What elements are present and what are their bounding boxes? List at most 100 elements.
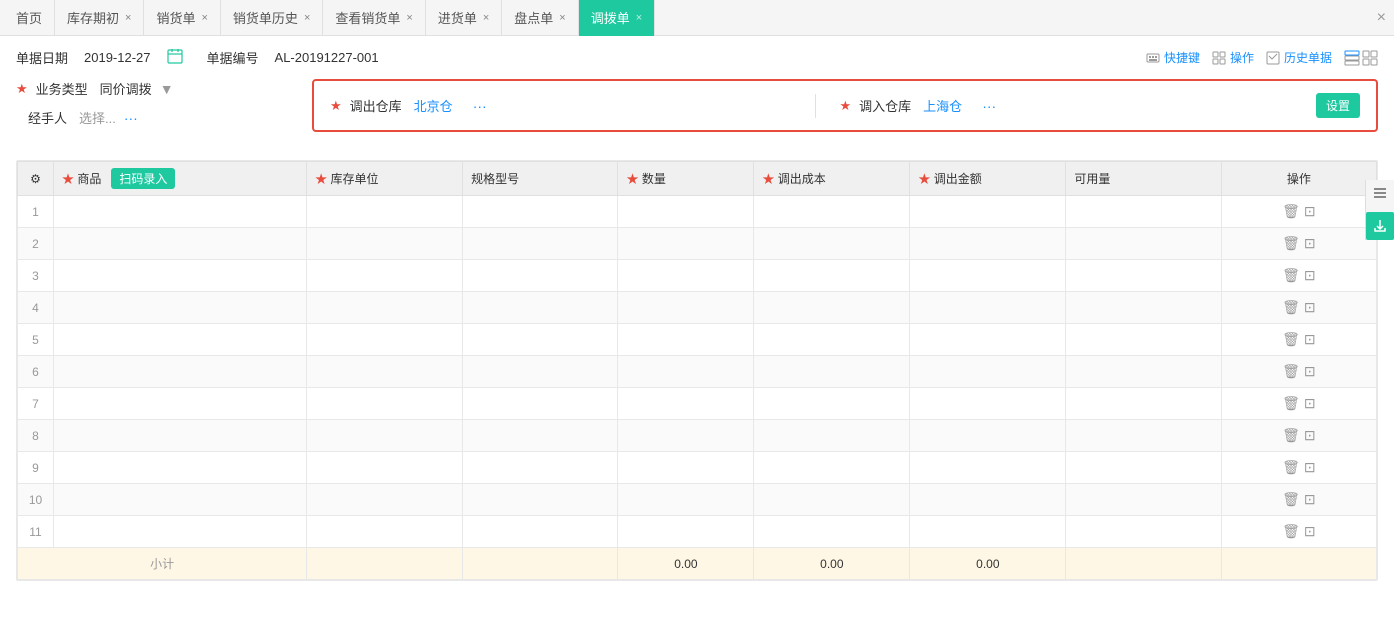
cost-cell[interactable] bbox=[754, 292, 910, 324]
cost-cell[interactable] bbox=[754, 420, 910, 452]
qty-cell[interactable] bbox=[618, 420, 754, 452]
tab-close-inventory-check[interactable]: × bbox=[559, 12, 565, 24]
amount-cell[interactable] bbox=[910, 420, 1066, 452]
business-type-dropdown[interactable]: ▼ bbox=[160, 81, 174, 97]
amount-cell[interactable] bbox=[910, 452, 1066, 484]
delete-icon[interactable]: 🗑 bbox=[1282, 427, 1300, 443]
spec-cell[interactable] bbox=[463, 420, 618, 452]
spec-cell[interactable] bbox=[463, 516, 618, 548]
cost-cell[interactable] bbox=[754, 516, 910, 548]
delete-icon[interactable]: 🗑 bbox=[1282, 491, 1300, 507]
th-settings[interactable]: ⚙ bbox=[18, 162, 54, 196]
copy-icon[interactable]: ⊡ bbox=[1304, 235, 1316, 251]
copy-icon[interactable]: ⊡ bbox=[1304, 267, 1316, 283]
qty-cell[interactable] bbox=[618, 260, 754, 292]
product-cell[interactable] bbox=[54, 484, 307, 516]
business-type-value[interactable]: 同价调拨 bbox=[100, 79, 152, 98]
calendar-icon[interactable] bbox=[167, 48, 183, 67]
settings-button[interactable]: 设置 bbox=[1316, 93, 1360, 118]
copy-icon[interactable]: ⊡ bbox=[1304, 491, 1316, 507]
unit-cell[interactable] bbox=[307, 484, 463, 516]
delete-icon[interactable]: 🗑 bbox=[1282, 267, 1300, 283]
layout-toggle[interactable] bbox=[1344, 50, 1378, 66]
amount-cell[interactable] bbox=[910, 260, 1066, 292]
handler-value[interactable]: 选择... bbox=[79, 108, 116, 127]
product-cell[interactable] bbox=[54, 516, 307, 548]
window-close-button[interactable]: × bbox=[1377, 9, 1386, 27]
amount-cell[interactable] bbox=[910, 228, 1066, 260]
amount-cell[interactable] bbox=[910, 516, 1066, 548]
product-cell[interactable] bbox=[54, 260, 307, 292]
spec-cell[interactable] bbox=[463, 356, 618, 388]
delete-icon[interactable]: 🗑 bbox=[1282, 203, 1300, 219]
copy-icon[interactable]: ⊡ bbox=[1304, 203, 1316, 219]
handler-more-btn[interactable]: ··· bbox=[124, 110, 138, 126]
copy-icon[interactable]: ⊡ bbox=[1304, 523, 1316, 539]
unit-cell[interactable] bbox=[307, 196, 463, 228]
tab-sales-history[interactable]: 销货单历史 × bbox=[221, 0, 323, 36]
product-cell[interactable] bbox=[54, 324, 307, 356]
copy-icon[interactable]: ⊡ bbox=[1304, 427, 1316, 443]
delete-icon[interactable]: 🗑 bbox=[1282, 235, 1300, 251]
spec-cell[interactable] bbox=[463, 388, 618, 420]
tab-home[interactable]: 首页 bbox=[4, 0, 55, 36]
delete-icon[interactable]: 🗑 bbox=[1282, 331, 1300, 347]
delete-icon[interactable]: 🗑 bbox=[1282, 523, 1300, 539]
cost-cell[interactable] bbox=[754, 324, 910, 356]
tab-inventory-init[interactable]: 库存期初 × bbox=[55, 0, 144, 36]
amount-cell[interactable] bbox=[910, 324, 1066, 356]
product-cell[interactable] bbox=[54, 452, 307, 484]
tab-inventory-check[interactable]: 盘点单 × bbox=[502, 0, 578, 36]
product-cell[interactable] bbox=[54, 420, 307, 452]
product-cell[interactable] bbox=[54, 292, 307, 324]
cost-cell[interactable] bbox=[754, 452, 910, 484]
tab-view-sales[interactable]: 查看销货单 × bbox=[323, 0, 425, 36]
spec-cell[interactable] bbox=[463, 228, 618, 260]
copy-icon[interactable]: ⊡ bbox=[1304, 459, 1316, 475]
unit-cell[interactable] bbox=[307, 516, 463, 548]
amount-cell[interactable] bbox=[910, 388, 1066, 420]
delete-icon[interactable]: 🗑 bbox=[1282, 395, 1300, 411]
delete-icon[interactable]: 🗑 bbox=[1282, 299, 1300, 315]
warehouse-out-more[interactable]: ··· bbox=[473, 98, 487, 114]
product-cell[interactable] bbox=[54, 196, 307, 228]
unit-cell[interactable] bbox=[307, 324, 463, 356]
qty-cell[interactable] bbox=[618, 356, 754, 388]
qty-cell[interactable] bbox=[618, 292, 754, 324]
history-btn[interactable]: 历史单据 bbox=[1266, 49, 1332, 66]
unit-cell[interactable] bbox=[307, 228, 463, 260]
unit-cell[interactable] bbox=[307, 260, 463, 292]
spec-cell[interactable] bbox=[463, 452, 618, 484]
tab-transfer[interactable]: 调拨单 × bbox=[579, 0, 655, 36]
warehouse-in-value[interactable]: 上海仓 bbox=[923, 96, 962, 115]
qty-cell[interactable] bbox=[618, 484, 754, 516]
qty-cell[interactable] bbox=[618, 388, 754, 420]
amount-cell[interactable] bbox=[910, 484, 1066, 516]
copy-icon[interactable]: ⊡ bbox=[1304, 331, 1316, 347]
cost-cell[interactable] bbox=[754, 260, 910, 292]
tab-close-inventory-init[interactable]: × bbox=[125, 12, 131, 24]
product-cell[interactable] bbox=[54, 388, 307, 420]
spec-cell[interactable] bbox=[463, 292, 618, 324]
qty-cell[interactable] bbox=[618, 324, 754, 356]
date-value[interactable]: 2019-12-27 bbox=[84, 50, 151, 65]
amount-cell[interactable] bbox=[910, 356, 1066, 388]
unit-cell[interactable] bbox=[307, 420, 463, 452]
warehouse-out-value[interactable]: 北京仓 bbox=[414, 96, 453, 115]
product-cell[interactable] bbox=[54, 356, 307, 388]
qty-cell[interactable] bbox=[618, 196, 754, 228]
scan-button[interactable]: 扫码录入 bbox=[111, 168, 175, 189]
copy-icon[interactable]: ⊡ bbox=[1304, 299, 1316, 315]
table-scroll-area[interactable]: ⚙ ★ 商品 扫码录入 ★ 库存单位 规格型 bbox=[17, 161, 1377, 580]
qty-cell[interactable] bbox=[618, 452, 754, 484]
tab-close-purchase-order[interactable]: × bbox=[483, 12, 489, 24]
tab-purchase-order[interactable]: 进货单 × bbox=[426, 0, 502, 36]
warehouse-in-more[interactable]: ··· bbox=[982, 98, 996, 114]
shortcuts-btn[interactable]: 快捷键 bbox=[1146, 49, 1200, 66]
cost-cell[interactable] bbox=[754, 356, 910, 388]
sidebar-list-icon[interactable] bbox=[1366, 180, 1394, 208]
cost-cell[interactable] bbox=[754, 228, 910, 260]
unit-cell[interactable] bbox=[307, 292, 463, 324]
spec-cell[interactable] bbox=[463, 324, 618, 356]
cost-cell[interactable] bbox=[754, 484, 910, 516]
